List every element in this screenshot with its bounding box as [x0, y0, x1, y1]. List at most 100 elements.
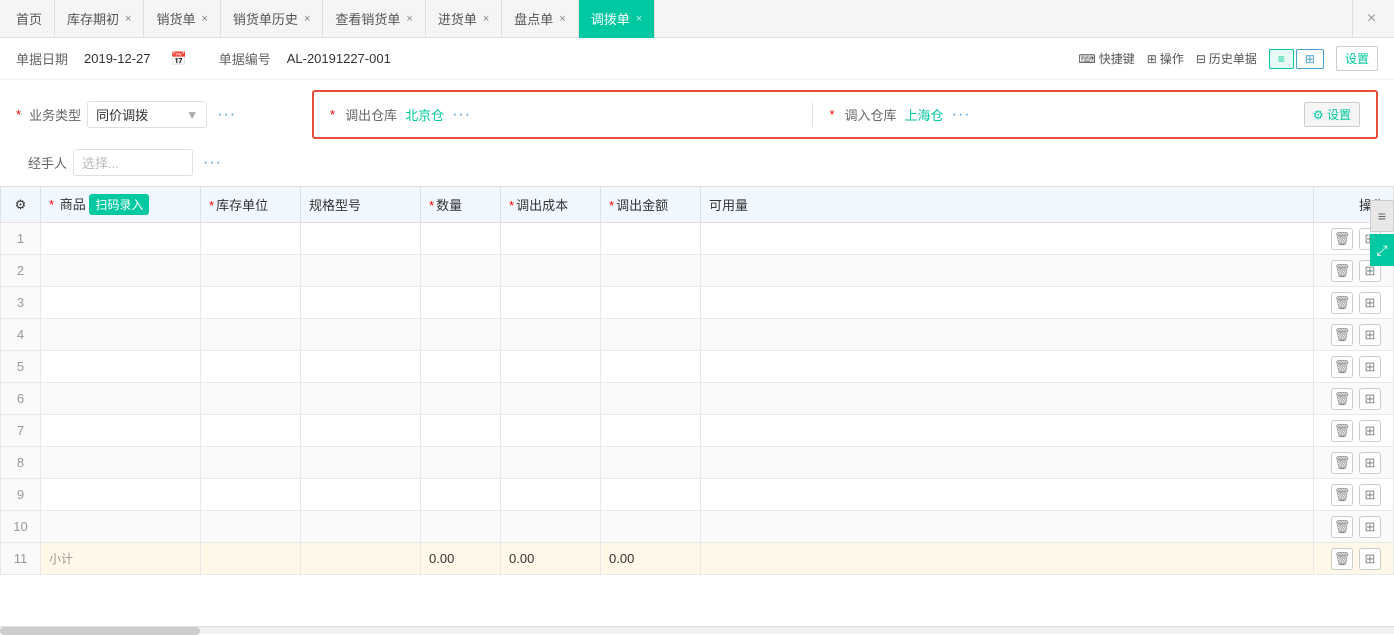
tab-inventory-init[interactable]: 库存期初 × [55, 0, 144, 38]
amount-cell[interactable] [601, 287, 701, 319]
amount-cell[interactable] [601, 255, 701, 287]
available-cell[interactable] [701, 415, 1314, 447]
column-gear[interactable]: ⚙ [1, 187, 41, 223]
qty-cell[interactable] [421, 351, 501, 383]
product-cell[interactable] [41, 287, 201, 319]
row-delete-btn[interactable]: 🗑 [1331, 292, 1353, 314]
unit-cell[interactable] [201, 447, 301, 479]
tab-sales-order[interactable]: 销货单 × [144, 0, 220, 38]
row-copy-btn[interactable]: ⊞ [1359, 452, 1381, 474]
qty-cell[interactable] [421, 319, 501, 351]
tab-transfer[interactable]: 调拨单 × [579, 0, 655, 38]
spec-cell[interactable] [301, 255, 421, 287]
row-copy-btn[interactable]: ⊞ [1359, 388, 1381, 410]
amount-cell[interactable] [601, 479, 701, 511]
qty-cell[interactable] [421, 255, 501, 287]
business-type-select[interactable]: 同价调拨 ▼ [87, 101, 207, 128]
row-delete-btn[interactable]: 🗑 [1331, 420, 1353, 442]
unit-cell[interactable] [201, 319, 301, 351]
spec-cell[interactable] [301, 383, 421, 415]
cost-cell[interactable] [501, 255, 601, 287]
spec-cell[interactable] [301, 351, 421, 383]
available-cell[interactable] [701, 351, 1314, 383]
unit-cell[interactable] [201, 415, 301, 447]
calendar-icon[interactable]: 📅 [171, 51, 187, 67]
tab-inventory-init-close[interactable]: × [125, 13, 131, 25]
unit-cell[interactable] [201, 223, 301, 255]
product-cell[interactable] [41, 447, 201, 479]
amount-cell[interactable] [601, 511, 701, 543]
tab-purchase-close[interactable]: × [483, 13, 489, 25]
operate-button[interactable]: ⊞ 操作 [1147, 50, 1184, 67]
cost-cell[interactable] [501, 479, 601, 511]
row-copy-btn[interactable]: ⊞ [1359, 292, 1381, 314]
available-cell[interactable] [701, 223, 1314, 255]
tab-stocktake[interactable]: 盘点单 × [502, 0, 578, 38]
cost-cell[interactable] [501, 287, 601, 319]
tab-sales-history[interactable]: 销货单历史 × [221, 0, 323, 38]
spec-cell[interactable] [301, 287, 421, 319]
qty-cell[interactable] [421, 479, 501, 511]
available-cell[interactable] [701, 511, 1314, 543]
shortcut-button[interactable]: ⌨ 快捷键 [1078, 50, 1134, 67]
unit-cell[interactable] [201, 287, 301, 319]
qty-cell[interactable] [421, 383, 501, 415]
cost-cell[interactable] [501, 223, 601, 255]
available-cell[interactable] [701, 319, 1314, 351]
tab-sales-history-close[interactable]: × [304, 13, 310, 25]
qty-cell[interactable] [421, 415, 501, 447]
row-delete-btn[interactable]: 🗑 [1331, 484, 1353, 506]
cost-cell[interactable] [501, 447, 601, 479]
tab-transfer-close[interactable]: × [636, 13, 642, 25]
spec-cell[interactable] [301, 319, 421, 351]
cost-cell[interactable] [501, 415, 601, 447]
amount-cell[interactable] [601, 383, 701, 415]
tab-sales-order-close[interactable]: × [201, 13, 207, 25]
amount-cell[interactable] [601, 223, 701, 255]
spec-cell[interactable] [301, 415, 421, 447]
product-cell[interactable] [41, 351, 201, 383]
scan-button[interactable]: 扫码录入 [89, 194, 149, 215]
available-cell[interactable] [701, 479, 1314, 511]
available-cell[interactable] [701, 447, 1314, 479]
row-delete-btn[interactable]: 🗑 [1331, 324, 1353, 346]
float-list-btn[interactable]: ≡ [1370, 200, 1394, 232]
business-type-dots[interactable]: ··· [217, 106, 236, 124]
setting-button[interactable]: 设置 [1336, 46, 1378, 71]
row-delete-btn[interactable]: 🗑 [1331, 388, 1353, 410]
product-cell[interactable] [41, 479, 201, 511]
spec-cell[interactable] [301, 447, 421, 479]
unit-cell[interactable] [201, 383, 301, 415]
row-copy-btn[interactable]: ⊞ [1359, 324, 1381, 346]
tab-view-sales[interactable]: 查看销货单 × [323, 0, 425, 38]
spec-cell[interactable] [301, 223, 421, 255]
unit-cell[interactable] [201, 351, 301, 383]
cost-cell[interactable] [501, 383, 601, 415]
available-cell[interactable] [701, 383, 1314, 415]
unit-cell[interactable] [201, 255, 301, 287]
product-cell[interactable] [41, 255, 201, 287]
amount-cell[interactable] [601, 351, 701, 383]
row-copy-btn[interactable]: ⊞ [1359, 548, 1381, 570]
tab-purchase[interactable]: 进货单 × [426, 0, 502, 38]
history-button[interactable]: ⊟ 历史单据 [1196, 50, 1257, 67]
float-external-btn[interactable]: ⤢ [1370, 234, 1394, 266]
product-cell[interactable] [41, 383, 201, 415]
qty-cell[interactable] [421, 223, 501, 255]
tab-view-sales-close[interactable]: × [406, 13, 412, 25]
amount-cell[interactable] [601, 415, 701, 447]
qty-cell[interactable] [421, 287, 501, 319]
row-delete-btn[interactable]: 🗑 [1331, 452, 1353, 474]
row-copy-btn[interactable]: ⊞ [1359, 484, 1381, 506]
cost-cell[interactable] [501, 351, 601, 383]
horizontal-scrollbar[interactable] [0, 626, 1394, 634]
qty-cell[interactable] [421, 447, 501, 479]
list-view-button[interactable]: ≡ [1269, 49, 1294, 69]
grid-view-button[interactable]: ⊞ [1296, 49, 1324, 69]
row-delete-btn[interactable]: 🗑 [1331, 228, 1353, 250]
window-close-button[interactable]: × [1352, 0, 1390, 38]
available-cell[interactable] [701, 255, 1314, 287]
person-value[interactable]: 选择... [73, 149, 193, 176]
spec-cell[interactable] [301, 479, 421, 511]
row-delete-btn[interactable]: 🗑 [1331, 548, 1353, 570]
